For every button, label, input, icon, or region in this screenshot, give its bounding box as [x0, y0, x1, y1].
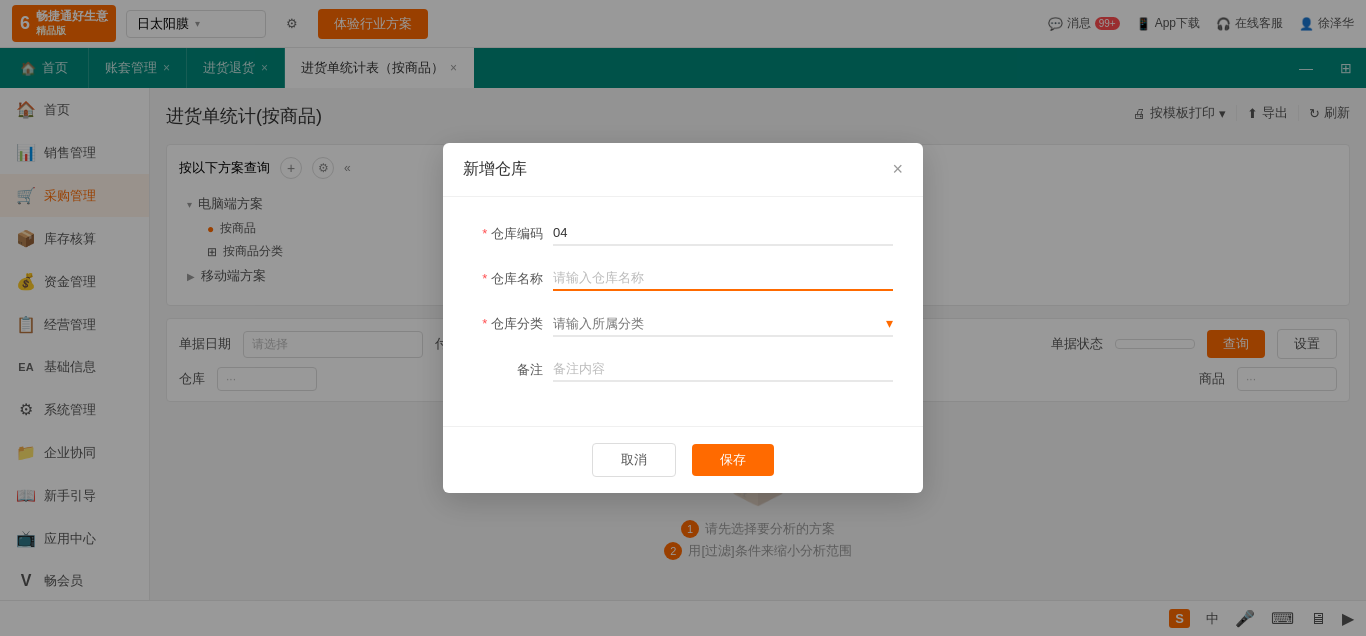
- form-row-note: 备注: [473, 357, 893, 382]
- name-label-text: 仓库名称: [491, 271, 543, 286]
- modal-overlay: 新增仓库 × * 仓库编码 * 仓库名称: [0, 0, 1366, 636]
- category-select-row[interactable]: ▾: [553, 311, 893, 337]
- name-required-mark: *: [482, 271, 487, 286]
- note-label-text: 备注: [517, 362, 543, 377]
- form-row-code: * 仓库编码: [473, 221, 893, 246]
- form-row-name: * 仓库名称: [473, 266, 893, 291]
- cancel-button[interactable]: 取消: [592, 443, 676, 477]
- modal-close-button[interactable]: ×: [892, 159, 903, 180]
- category-label-text: 仓库分类: [491, 316, 543, 331]
- code-label: * 仓库编码: [473, 225, 553, 243]
- code-label-text: 仓库编码: [491, 226, 543, 241]
- name-label: * 仓库名称: [473, 270, 553, 288]
- modal-header: 新增仓库 ×: [443, 143, 923, 197]
- modal-footer: 取消 保存: [443, 426, 923, 493]
- category-label: * 仓库分类: [473, 315, 553, 333]
- category-required-mark: *: [482, 316, 487, 331]
- save-button[interactable]: 保存: [692, 444, 774, 476]
- note-label: 备注: [473, 361, 553, 379]
- category-input[interactable]: [553, 316, 886, 331]
- code-input[interactable]: [553, 221, 893, 246]
- code-required-mark: *: [482, 226, 487, 241]
- modal-body: * 仓库编码 * 仓库名称 * 仓库分类: [443, 197, 923, 426]
- modal-title: 新增仓库: [463, 159, 527, 180]
- category-arrow-icon[interactable]: ▾: [886, 315, 893, 331]
- note-input[interactable]: [553, 357, 893, 382]
- name-input[interactable]: [553, 266, 893, 291]
- form-row-category: * 仓库分类 ▾: [473, 311, 893, 337]
- new-warehouse-modal: 新增仓库 × * 仓库编码 * 仓库名称: [443, 143, 923, 493]
